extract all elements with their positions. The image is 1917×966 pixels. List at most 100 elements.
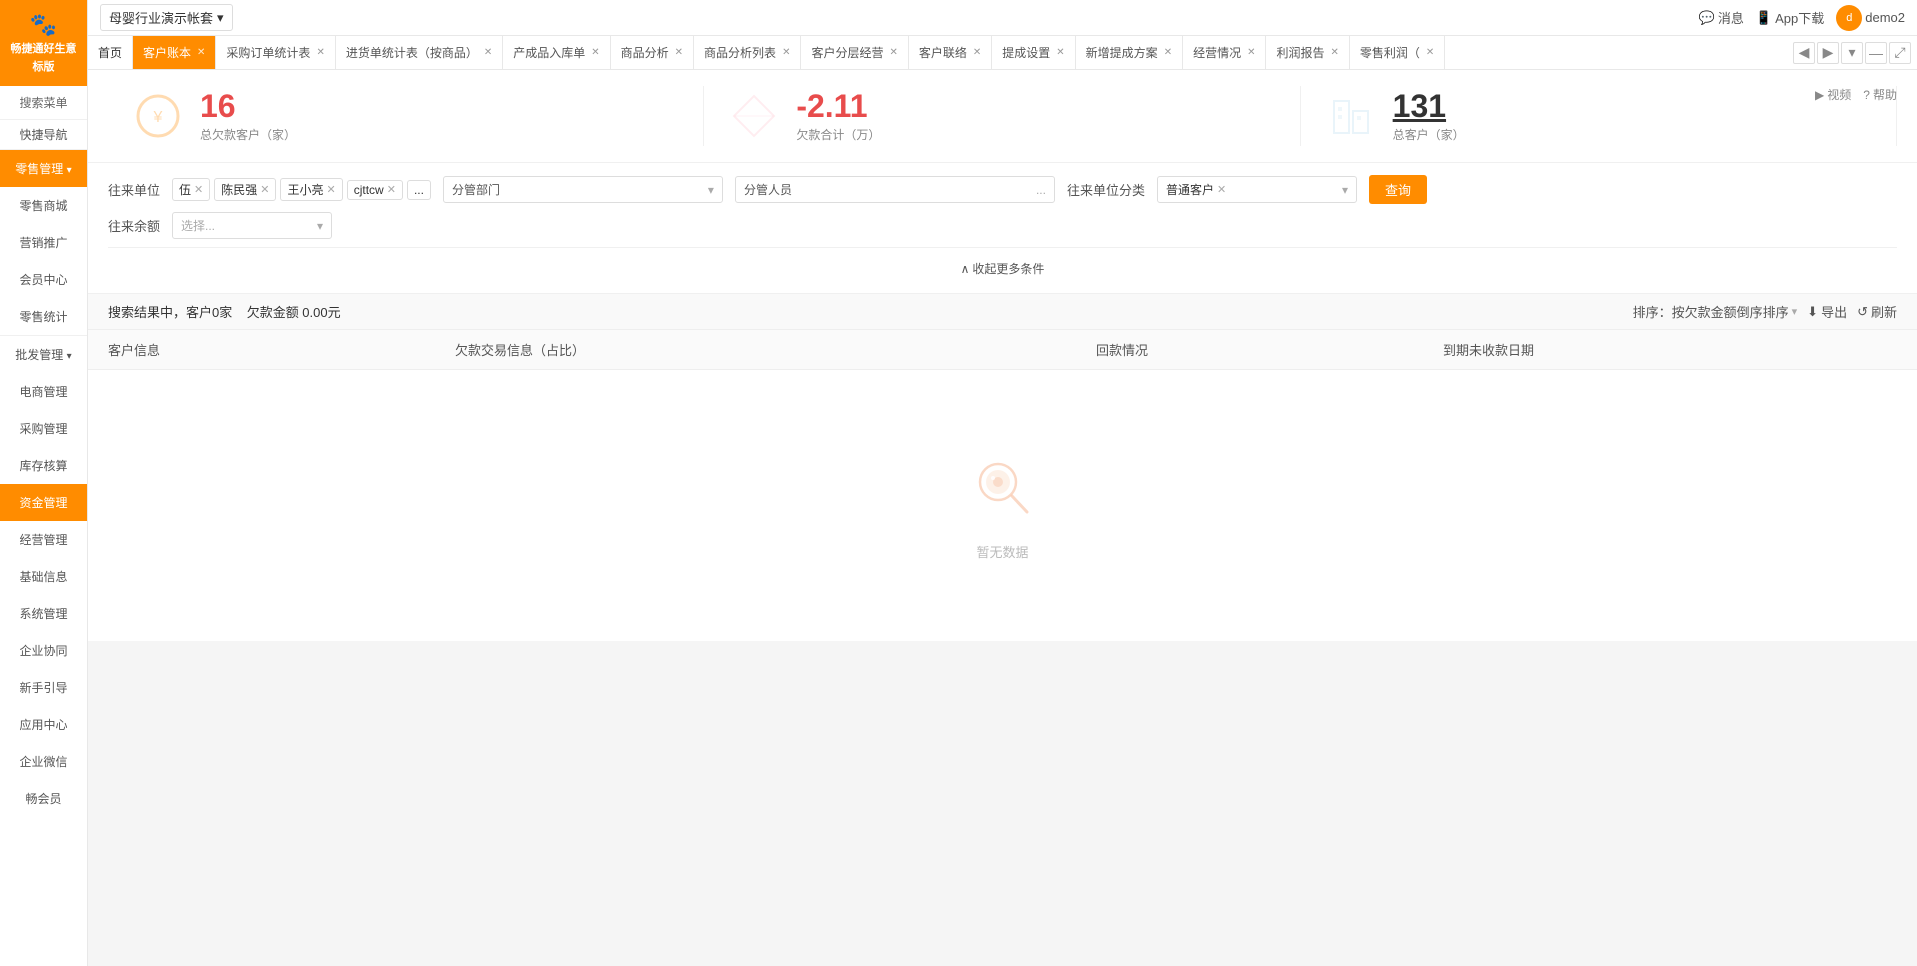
tab-more[interactable]: ▾ [1841,42,1863,64]
tag-close-icon[interactable]: ✕ [1217,183,1226,196]
tab-product-inbound[interactable]: 产成品入库单 ✕ [503,36,610,70]
sidebar-item-ecommerce[interactable]: 电商管理 [0,373,87,410]
tab-maximize[interactable]: ⤢ [1889,42,1911,64]
tab-close-icon[interactable]: ✕ [889,47,897,58]
user-profile[interactable]: d demo2 [1836,5,1905,31]
sidebar-item-inventory[interactable]: 库存核算 [0,447,87,484]
tab-scroll-left[interactable]: ◀ [1793,42,1815,64]
tab-settings[interactable]: 提成设置 ✕ [992,36,1075,70]
collapse-filter-button[interactable]: ∧ 收起更多条件 [108,256,1897,281]
filter-tag-0[interactable]: 伍 ✕ [172,178,210,201]
unit-type-tag-label: 普通客户 [1166,181,1214,198]
app-download-label: App下载 [1775,8,1824,27]
sidebar-item-system[interactable]: 系统管理 [0,595,87,632]
tab-close-icon[interactable]: ✕ [1331,47,1339,58]
sidebar-item-marketing[interactable]: 营销推广 [0,224,87,261]
filter-area: 往来单位 伍 ✕ 陈民强 ✕ 王小亮 ✕ [88,163,1917,294]
sidebar-item-label: 零售商城 [19,199,67,213]
account-selector[interactable]: 母婴行业演示帐套 ▾ [100,4,233,31]
sidebar-item-label: 会员中心 [19,273,67,287]
message-icon: 💬 [1699,10,1715,26]
tab-profit-report[interactable]: 利润报告 ✕ [1266,36,1349,70]
tab-goods-analysis[interactable]: 商品分析 ✕ [611,36,694,70]
export-button[interactable]: ⬇ 导出 [1807,302,1847,321]
stat-block-total-customers: 131 总客户（家） [1301,86,1897,146]
tab-close-icon[interactable]: ✕ [484,47,492,58]
tab-close-icon[interactable]: ✕ [973,47,981,58]
sidebar-item-vip-member[interactable]: 畅会员 [0,780,87,817]
sort-selector[interactable]: 排序：按欠款金额倒序排序 ▾ [1633,302,1798,321]
filter-tag-2[interactable]: 王小亮 ✕ [280,178,342,201]
sidebar-item-purchase[interactable]: 采购管理 [0,410,87,447]
result-bar: 搜索结果中，客户0家 欠款金额 0.00元 排序：按欠款金额倒序排序 ▾ ⬇ 导… [88,294,1917,330]
tab-customer-ledger[interactable]: 客户账本 ✕ [133,36,216,70]
tab-scroll-right[interactable]: ▶ [1817,42,1839,64]
tab-close-icon[interactable]: ✕ [675,47,683,58]
tab-label: 客户账本 [143,44,191,61]
person-filter-select[interactable]: 分管人员 ... [735,176,1055,203]
filter-tag-3[interactable]: cjttcw ✕ [347,180,403,200]
sidebar-item-member-center[interactable]: 会员中心 [0,261,87,298]
sidebar-item-batch-mgmt[interactable]: 批发管理 ▾ [0,336,87,373]
tag-close-icon[interactable]: ✕ [260,183,269,196]
tab-home[interactable]: 首页 [88,36,133,70]
tag-close-icon[interactable]: ✕ [387,183,396,196]
sidebar-item-basic-info[interactable]: 基础信息 [0,558,87,595]
logo-text-line2: 标版 [8,58,79,74]
stat-values-total-customers: 131 总客户（家） [1393,90,1465,143]
tab-minimize[interactable]: — [1865,42,1887,64]
dept-filter-label: 分管部门 [452,181,500,198]
sidebar-item-retail-stats[interactable]: 零售统计 [0,298,87,335]
top-bar-right: 💬 消息 📱 App下载 d demo2 [1699,5,1905,31]
app-download-button[interactable]: 📱 App下载 [1756,8,1824,27]
sidebar-item-retail-mall[interactable]: 零售商城 [0,187,87,224]
sidebar-item-retail-management[interactable]: 零售管理 ▾ [0,150,87,187]
tab-inbound-stats[interactable]: 进货单统计表（按商品） ✕ [336,36,503,70]
sidebar-search[interactable]: 搜索菜单 [0,86,87,120]
dept-filter-select[interactable]: 分管部门 ▾ [443,176,723,203]
query-button[interactable]: 查询 [1369,175,1427,204]
sidebar-item-new-guide[interactable]: 新手引导 [0,669,87,706]
refresh-button[interactable]: ↺ 刷新 [1857,302,1897,321]
tab-customer-tier[interactable]: 客户分层经营 ✕ [801,36,908,70]
sidebar-item-enterprise-coop[interactable]: 企业协同 [0,632,87,669]
filter-tag-more[interactable]: ... [407,180,431,200]
sidebar-quick-nav[interactable]: 快捷导航 [0,120,87,150]
tab-retail-profit[interactable]: 零售利润（ ✕ [1350,36,1445,70]
unit-type-filter-select[interactable]: 普通客户 ✕ ▾ [1157,176,1357,203]
sidebar-item-finance[interactable]: 资金管理 [0,484,87,521]
tab-label: 利润报告 [1276,44,1324,61]
unit-type-tag[interactable]: 普通客户 ✕ [1166,181,1226,198]
refresh-icon: ↺ [1857,304,1868,320]
video-help-button[interactable]: ▶ 视频 [1815,86,1851,103]
sidebar-item-enterprise-wechat[interactable]: 企业微信 [0,743,87,780]
tab-new-achievement-plan[interactable]: 新增提成方案 ✕ [1076,36,1183,70]
tab-close-icon[interactable]: ✕ [1056,47,1064,58]
tab-goods-analysis-list[interactable]: 商品分析列表 ✕ [694,36,801,70]
tab-close-icon[interactable]: ✕ [1164,47,1172,58]
tab-customer-contact[interactable]: 客户联络 ✕ [909,36,992,70]
message-button[interactable]: 💬 消息 [1699,8,1744,27]
export-icon: ⬇ [1807,304,1818,320]
filter-tag-1[interactable]: 陈民强 ✕ [214,178,276,201]
tab-close-icon[interactable]: ✕ [1247,47,1255,58]
tab-close-icon[interactable]: ✕ [316,47,324,58]
tab-close-icon[interactable]: ✕ [1426,47,1434,58]
tab-business-situation[interactable]: 经营情况 ✕ [1183,36,1266,70]
app-logo[interactable]: 🐾 畅捷通好生意 标版 [0,0,87,86]
sidebar-item-label: 企业协同 [19,644,67,658]
tab-close-icon[interactable]: ✕ [782,47,790,58]
tab-label: 商品分析 [621,44,669,61]
refresh-label: 刷新 [1871,302,1897,321]
tag-close-icon[interactable]: ✕ [194,183,203,196]
sidebar-item-label: 库存核算 [19,459,67,473]
tag-close-icon[interactable]: ✕ [327,183,336,196]
tab-close-icon[interactable]: ✕ [591,47,599,58]
balance-filter-select[interactable]: 选择... ▾ [172,212,332,239]
sidebar-item-app-center[interactable]: 应用中心 [0,706,87,743]
sidebar-item-operations[interactable]: 经营管理 [0,521,87,558]
tab-close-icon[interactable]: ✕ [197,47,205,58]
tab-purchase-order-stats[interactable]: 采购订单统计表 ✕ [216,36,335,70]
sidebar-item-label: 采购管理 [19,422,67,436]
help-button[interactable]: ? 帮助 [1863,86,1897,103]
